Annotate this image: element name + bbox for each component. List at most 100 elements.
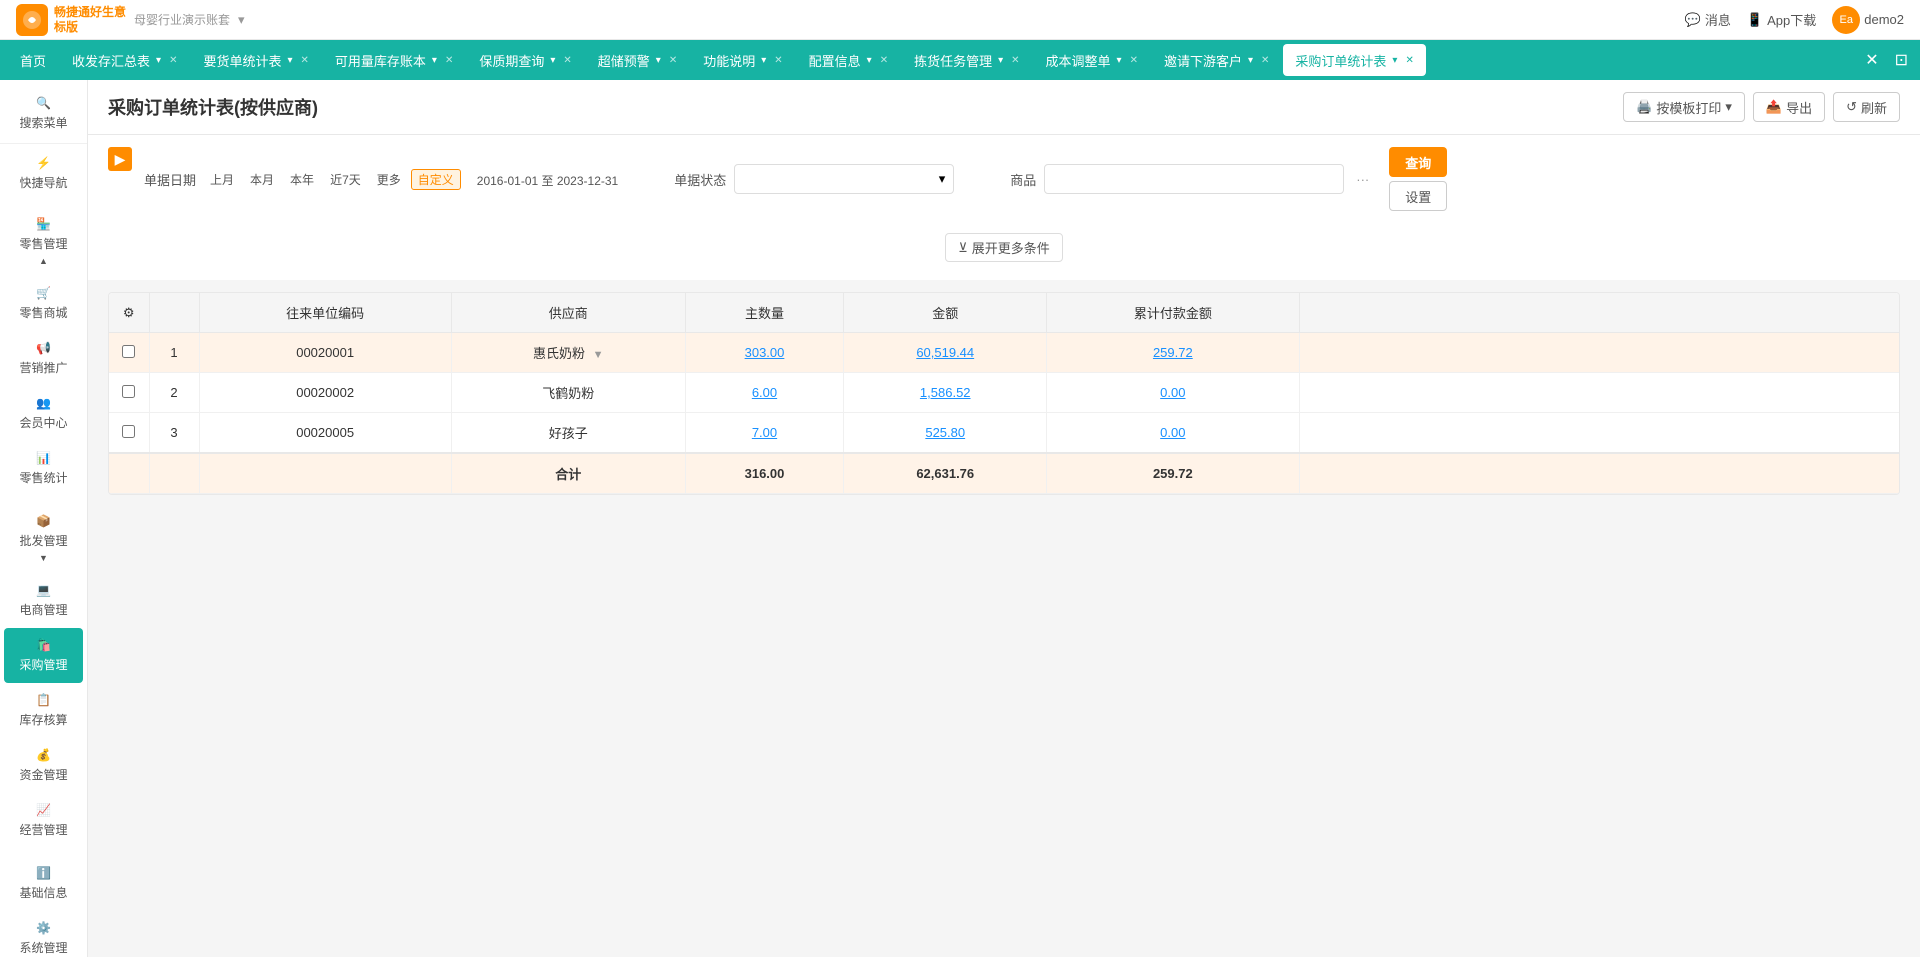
- row-checkbox-cell[interactable]: [109, 413, 149, 454]
- supplier-code-cell: 00020005: [199, 413, 451, 454]
- row-num-cell: 2: [149, 373, 199, 413]
- tab-close-icon[interactable]: ✕: [1011, 55, 1019, 66]
- tab-receive-summary[interactable]: 收发存汇总表 ▾ ✕: [60, 44, 189, 76]
- filter-status-item: 单据状态 ▾: [674, 164, 954, 194]
- tab-close-icon[interactable]: ✕: [169, 55, 177, 66]
- sidebar-item-quick-nav[interactable]: ⚡ 快捷导航: [0, 148, 87, 199]
- refresh-button[interactable]: ↺ 刷新: [1833, 92, 1900, 122]
- logo-icon: [16, 4, 48, 36]
- settings-button[interactable]: 设置: [1389, 181, 1447, 211]
- date-shortcut-last-month[interactable]: 上月: [204, 169, 240, 190]
- search-icon: 🔍: [36, 96, 51, 110]
- sidebar-item-wholesale-manage[interactable]: 📦 批发管理 ▼: [4, 504, 83, 573]
- message-button[interactable]: 💬 消息: [1685, 10, 1731, 29]
- date-shortcut-this-month[interactable]: 本月: [244, 169, 280, 190]
- sidebar-item-inventory-check[interactable]: 📋 库存核算: [4, 683, 83, 738]
- th-amount: 金额: [844, 293, 1047, 333]
- row-checkbox-cell[interactable]: [109, 373, 149, 413]
- row-checkbox[interactable]: [122, 385, 135, 398]
- nav-end-controls: ✕ ⊡: [1861, 46, 1912, 74]
- row-checkbox[interactable]: [122, 425, 135, 438]
- user-avatar-area[interactable]: Ea demo2: [1832, 6, 1904, 34]
- nav-restore-button[interactable]: ⊡: [1891, 46, 1912, 74]
- goods-input[interactable]: [1044, 164, 1344, 194]
- tab-inventory-ledger[interactable]: 可用量库存账本 ▾ ✕: [323, 44, 465, 76]
- table-settings-icon[interactable]: ⚙: [123, 305, 135, 320]
- tab-overstock-warning[interactable]: 超储预警 ▾ ✕: [586, 44, 689, 76]
- tab-close-icon[interactable]: ✕: [774, 55, 782, 66]
- filter-goods-item: 商品 ···: [1010, 164, 1373, 194]
- tab-close-icon[interactable]: ✕: [445, 55, 453, 66]
- footer-extra-cell: [1299, 453, 1899, 494]
- sidebar-item-ecommerce-manage[interactable]: 💻 电商管理: [4, 573, 83, 628]
- table-row: 3 00020005 好孩子 7.00 525.80 0.00: [109, 413, 1899, 454]
- tab-purchase-summary[interactable]: 采购订单统计表 ▾ ✕: [1283, 44, 1425, 76]
- sidebar-item-operations-manage[interactable]: 📈 经营管理: [4, 793, 83, 848]
- row-checkbox-cell[interactable]: [109, 333, 149, 373]
- tab-function-desc[interactable]: 功能说明 ▾ ✕: [691, 44, 794, 76]
- expand-more-conditions-button[interactable]: ⊻ 展开更多条件: [945, 233, 1063, 262]
- marketing-icon: 📢: [36, 341, 51, 355]
- sidebar-item-finance-manage[interactable]: 💰 资金管理: [4, 738, 83, 793]
- sidebar-item-retail-stats[interactable]: 📊 零售统计: [4, 441, 83, 496]
- sidebar-item-member-center[interactable]: 👥 会员中心: [4, 386, 83, 441]
- tab-invite-downstream[interactable]: 邀请下游客户 ▾ ✕: [1152, 44, 1281, 76]
- sidebar-item-retail-manage[interactable]: 🏪 零售管理 ▲: [4, 207, 83, 276]
- goods-more-icon[interactable]: ···: [1352, 172, 1373, 187]
- wholesale-manage-icon: 📦: [36, 514, 51, 528]
- nav-close-all-button[interactable]: ✕: [1861, 46, 1882, 74]
- sidebar-item-purchase-manage[interactable]: 🛍️ 采购管理: [4, 628, 83, 683]
- main-layout: 🔍 搜索菜单 ⚡ 快捷导航 🏪 零售管理 ▲ 🛒 零售商城 📢 营销推广 👥 会…: [0, 80, 1920, 957]
- tab-arrow-icon: ▾: [1392, 55, 1397, 66]
- date-shortcut-more[interactable]: 更多: [371, 169, 407, 190]
- dropdown-arrow-icon[interactable]: ▾: [238, 12, 245, 28]
- footer-checkbox-cell: [109, 453, 149, 494]
- th-settings[interactable]: ⚙: [109, 293, 149, 333]
- tab-cost-adjust[interactable]: 成本调整单 ▾ ✕: [1034, 44, 1150, 76]
- tab-config-info[interactable]: 配置信息 ▾ ✕: [797, 44, 900, 76]
- row-checkbox[interactable]: [122, 345, 135, 358]
- date-shortcut-this-year[interactable]: 本年: [284, 169, 320, 190]
- tab-close-icon[interactable]: ✕: [301, 55, 309, 66]
- sidebar-item-marketing[interactable]: 📢 营销推广: [4, 331, 83, 386]
- sidebar-item-basic-info[interactable]: ℹ️ 基础信息: [4, 856, 83, 911]
- filter-expand-toggle[interactable]: ▶: [108, 147, 132, 171]
- tab-close-icon[interactable]: ✕: [563, 55, 571, 66]
- amount-cell: 60,519.44: [844, 333, 1047, 373]
- cumulative-payment-cell: 259.72: [1047, 333, 1299, 373]
- supplier-name-cell: 惠氏奶粉 ▼: [451, 333, 685, 373]
- tab-close-icon[interactable]: ✕: [1130, 55, 1138, 66]
- message-icon: 💬: [1685, 12, 1701, 28]
- tab-close-icon[interactable]: ✕: [669, 55, 677, 66]
- template-print-icon: 🖨️: [1636, 99, 1652, 115]
- template-print-button[interactable]: 🖨️ 按模板打印 ▾: [1623, 92, 1745, 122]
- table-footer: 合计 316.00 62,631.76 259.72: [109, 453, 1899, 494]
- date-shortcut-7days[interactable]: 近7天: [324, 169, 367, 190]
- table-row: 2 00020002 飞鹤奶粉 6.00 1,586.52 0.00: [109, 373, 1899, 413]
- top-bar: 畅捷通好生意 标版 母婴行业演示账套 ▾ 💬 消息 📱 App下载 Ea dem…: [0, 0, 1920, 40]
- extra-cell: [1299, 333, 1899, 373]
- page-title: 采购订单统计表(按供应商): [108, 94, 318, 120]
- tab-picking-task[interactable]: 拣货任务管理 ▾ ✕: [902, 44, 1031, 76]
- tab-goods-summary[interactable]: 要货单统计表 ▾ ✕: [191, 44, 320, 76]
- export-button[interactable]: 📤 导出: [1753, 92, 1825, 122]
- sidebar-item-system-manage[interactable]: ⚙️ 系统管理: [4, 911, 83, 957]
- filter-area: ▶ 单据日期 上月 本月 本年 近7天 更多 自定义: [88, 135, 1920, 280]
- tab-close-icon[interactable]: ✕: [1261, 55, 1269, 66]
- main-qty-cell: 7.00: [685, 413, 844, 454]
- tab-arrow-icon: ▾: [761, 55, 766, 66]
- supplier-expand-icon[interactable]: ▼: [593, 349, 604, 361]
- sidebar-item-search[interactable]: 🔍 搜索菜单: [0, 88, 87, 144]
- goods-filter-label: 商品: [1010, 170, 1036, 189]
- date-custom-tag[interactable]: 自定义: [411, 169, 461, 190]
- tab-home[interactable]: 首页: [8, 44, 58, 76]
- nav-tabs: 首页 收发存汇总表 ▾ ✕ 要货单统计表 ▾ ✕ 可用量库存账本 ▾ ✕ 保质期…: [0, 40, 1920, 80]
- tab-close-icon[interactable]: ✕: [1405, 55, 1413, 66]
- query-button[interactable]: 查询: [1389, 147, 1447, 177]
- status-select[interactable]: ▾: [734, 164, 954, 194]
- tab-close-icon[interactable]: ✕: [880, 55, 888, 66]
- status-filter-label: 单据状态: [674, 170, 726, 189]
- app-download-button[interactable]: 📱 App下载: [1747, 10, 1816, 29]
- sidebar-item-retail-store[interactable]: 🛒 零售商城: [4, 276, 83, 331]
- tab-warranty-query[interactable]: 保质期查询 ▾ ✕: [467, 44, 583, 76]
